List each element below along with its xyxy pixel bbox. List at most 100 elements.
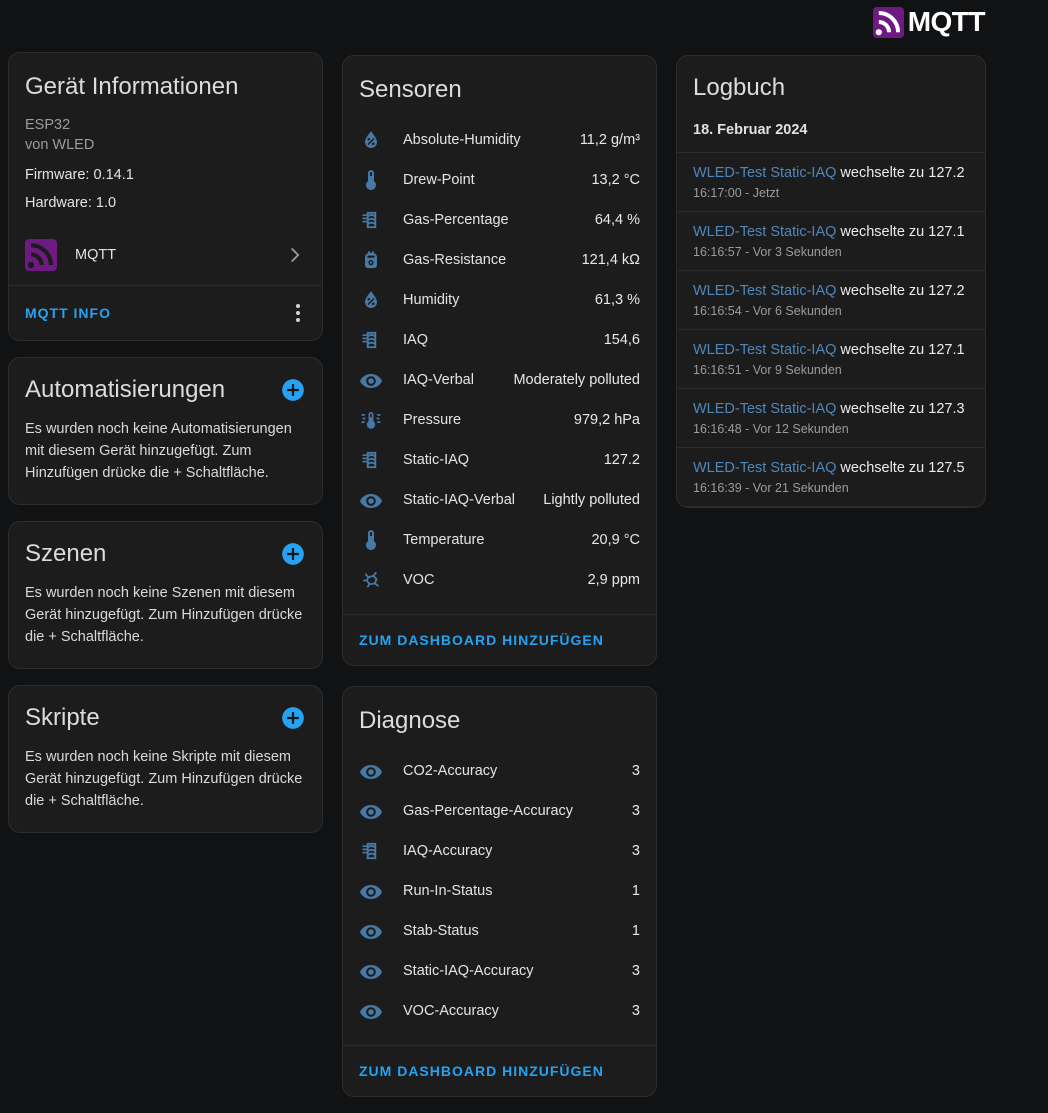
eye-icon bbox=[359, 959, 383, 983]
logbook-action-text: wechselte zu 127.5 bbox=[840, 460, 965, 476]
sensor-label: Static-IAQ-Verbal bbox=[403, 492, 516, 508]
water-percent-icon bbox=[359, 288, 383, 312]
mqtt-logo: MQTT bbox=[872, 6, 986, 38]
sensor-row[interactable]: Static-IAQ-Accuracy 3 bbox=[343, 951, 656, 991]
sensor-row[interactable]: Gas-Resistance 121,4 kΩ bbox=[343, 240, 656, 280]
logbook-entry: WLED-Test Static-IAQ wechselte zu 127.3 1… bbox=[677, 388, 985, 447]
plus-circle-icon bbox=[282, 707, 304, 729]
sensor-row[interactable]: Absolute-Humidity 11,2 g/m³ bbox=[343, 120, 656, 160]
sensor-label: Gas-Percentage-Accuracy bbox=[403, 803, 574, 819]
sensors-add-to-dashboard-link[interactable]: ZUM DASHBOARD HINZUFÜGEN bbox=[359, 632, 604, 648]
content-columns: Gerät Informationen ESP32 von WLED Firmw… bbox=[0, 44, 1048, 1113]
left-column: Gerät Informationen ESP32 von WLED Firmw… bbox=[8, 52, 323, 849]
sensor-row[interactable]: IAQ-Verbal Moderately polluted bbox=[343, 360, 656, 400]
scripts-empty-text: Es wurden noch keine Skripte mit diesem … bbox=[25, 749, 303, 809]
sensor-label: Static-IAQ bbox=[403, 452, 470, 468]
logbook-entry: WLED-Test Static-IAQ wechselte zu 127.1 1… bbox=[677, 329, 985, 388]
sensors-card: Sensoren Absolute-Humidity 11,2 g/m³ Dre… bbox=[342, 55, 657, 666]
logbook-entity-link[interactable]: WLED-Test Static-IAQ bbox=[693, 401, 836, 417]
diagnostics-add-to-dashboard-link[interactable]: ZUM DASHBOARD HINZUFÜGEN bbox=[359, 1063, 604, 1079]
more-options-icon[interactable] bbox=[286, 300, 310, 326]
sensor-row[interactable]: Pressure 979,2 hPa bbox=[343, 400, 656, 440]
water-percent-icon bbox=[359, 128, 383, 152]
logbook-entity-link[interactable]: WLED-Test Static-IAQ bbox=[693, 283, 836, 299]
sensor-row[interactable]: IAQ 154,6 bbox=[343, 320, 656, 360]
sensor-label: Static-IAQ-Accuracy bbox=[403, 963, 534, 979]
logbook-entry: WLED-Test Static-IAQwechselte zu bbox=[677, 506, 985, 507]
sensor-value: 64,4 % bbox=[594, 212, 640, 228]
sensor-value: 3 bbox=[631, 963, 640, 979]
sensor-value: 3 bbox=[631, 763, 640, 779]
sensor-label: Humidity bbox=[403, 292, 460, 308]
scripts-card: Skripte Es wurden noch keine Skripte mit… bbox=[8, 685, 323, 833]
eye-icon bbox=[359, 759, 383, 783]
logbook-action-text: wechselte zu 127.2 bbox=[840, 283, 965, 299]
sensor-row[interactable]: Static-IAQ-Verbal Lightly polluted bbox=[343, 480, 656, 520]
logbook-entity-link[interactable]: WLED-Test Static-IAQ bbox=[693, 165, 836, 181]
diagnostics-card: Diagnose CO2-Accuracy 3 Gas-Percentage-A… bbox=[342, 686, 657, 1097]
sensor-row[interactable]: Temperature 20,9 °C bbox=[343, 520, 656, 560]
chevron-right-icon bbox=[291, 248, 300, 262]
mqtt-signal-icon bbox=[872, 6, 904, 38]
eye-icon bbox=[359, 488, 383, 512]
logbook-entry: WLED-Test Static-IAQ wechselte zu 127.2 1… bbox=[677, 270, 985, 329]
sensor-label: Stab-Status bbox=[403, 923, 479, 939]
sensor-row[interactable]: Stab-Status 1 bbox=[343, 911, 656, 951]
mqtt-integration-icon bbox=[25, 239, 57, 271]
sensor-value: 979,2 hPa bbox=[573, 412, 640, 428]
logbook-entity-link[interactable]: WLED-Test Static-IAQ bbox=[693, 224, 836, 240]
sensor-row[interactable]: VOC-Accuracy 3 bbox=[343, 991, 656, 1031]
sensor-row[interactable]: Humidity 61,3 % bbox=[343, 280, 656, 320]
air-filter-icon bbox=[359, 448, 383, 472]
logbook-entry: WLED-Test Static-IAQ wechselte zu 127.1 1… bbox=[677, 211, 985, 270]
logbook-timestamp: 16:16:54 - Vor 6 Sekunden bbox=[693, 304, 842, 318]
add-scene-button[interactable] bbox=[280, 541, 306, 567]
eye-icon bbox=[359, 368, 383, 392]
sensor-value: 11,2 g/m³ bbox=[579, 132, 640, 148]
logbook-entry: WLED-Test Static-IAQ wechselte zu 127.5 1… bbox=[677, 447, 985, 506]
sensor-value: 1 bbox=[631, 883, 640, 899]
eye-icon bbox=[359, 919, 383, 943]
sensor-label: IAQ-Verbal bbox=[403, 372, 474, 388]
sensor-label: IAQ-Accuracy bbox=[403, 843, 493, 859]
logbook-timestamp: 16:16:51 - Vor 9 Sekunden bbox=[693, 363, 842, 377]
scripts-title: Skripte bbox=[25, 704, 100, 731]
right-column: Logbuch 18. Februar 2024 WLED-Test Stati… bbox=[676, 55, 986, 524]
sensor-value: 127.2 bbox=[603, 452, 640, 468]
sensor-row[interactable]: Run-In-Status 1 bbox=[343, 871, 656, 911]
sensor-row[interactable]: Static-IAQ 127.2 bbox=[343, 440, 656, 480]
logbook-entry: WLED-Test Static-IAQ wechselte zu 127.2 1… bbox=[677, 152, 985, 211]
sensor-label: Gas-Resistance bbox=[403, 252, 507, 268]
middle-column: Sensoren Absolute-Humidity 11,2 g/m³ Dre… bbox=[342, 55, 657, 1113]
sensor-row[interactable]: Drew-Point 13,2 °C bbox=[343, 160, 656, 200]
eye-icon bbox=[359, 999, 383, 1023]
device-model: ESP32 bbox=[25, 117, 71, 133]
automations-card: Automatisierungen Es wurden noch keine A… bbox=[8, 357, 323, 505]
logbook-entity-link[interactable]: WLED-Test Static-IAQ bbox=[693, 460, 836, 476]
sensor-label: Gas-Percentage bbox=[403, 212, 509, 228]
sensor-row[interactable]: CO2-Accuracy 3 bbox=[343, 751, 656, 791]
device-hardware: Hardware: 1.0 bbox=[25, 195, 117, 211]
sensor-label: Drew-Point bbox=[403, 172, 475, 188]
logbook-entries[interactable]: WLED-Test Static-IAQ wechselte zu 127.2 1… bbox=[677, 152, 985, 507]
sensor-row[interactable]: VOC 2,9 ppm bbox=[343, 560, 656, 600]
sensor-value: Lightly polluted bbox=[543, 492, 640, 508]
plus-circle-icon bbox=[282, 543, 304, 565]
logbook-timestamp: 16:17:00 - Jetzt bbox=[693, 186, 780, 200]
sensor-row[interactable]: Gas-Percentage 64,4 % bbox=[343, 200, 656, 240]
thermometer-lines-icon bbox=[359, 408, 383, 432]
add-automation-button[interactable] bbox=[280, 377, 306, 403]
sensor-label: Absolute-Humidity bbox=[403, 132, 521, 148]
logbook-entity-link[interactable]: WLED-Test Static-IAQ bbox=[693, 342, 836, 358]
sensor-value: 13,2 °C bbox=[591, 172, 640, 188]
logbook-timestamp: 16:16:48 - Vor 12 Sekunden bbox=[693, 422, 849, 436]
add-script-button[interactable] bbox=[280, 705, 306, 731]
mqtt-info-link[interactable]: MQTT INFO bbox=[25, 305, 111, 321]
sensor-row[interactable]: Gas-Percentage-Accuracy 3 bbox=[343, 791, 656, 831]
air-filter-icon bbox=[359, 839, 383, 863]
sensor-value: 3 bbox=[631, 803, 640, 819]
integration-row-mqtt[interactable]: MQTT bbox=[9, 225, 322, 285]
top-bar: MQTT bbox=[0, 0, 1048, 44]
automations-title: Automatisierungen bbox=[25, 376, 226, 403]
sensor-row[interactable]: IAQ-Accuracy 3 bbox=[343, 831, 656, 871]
